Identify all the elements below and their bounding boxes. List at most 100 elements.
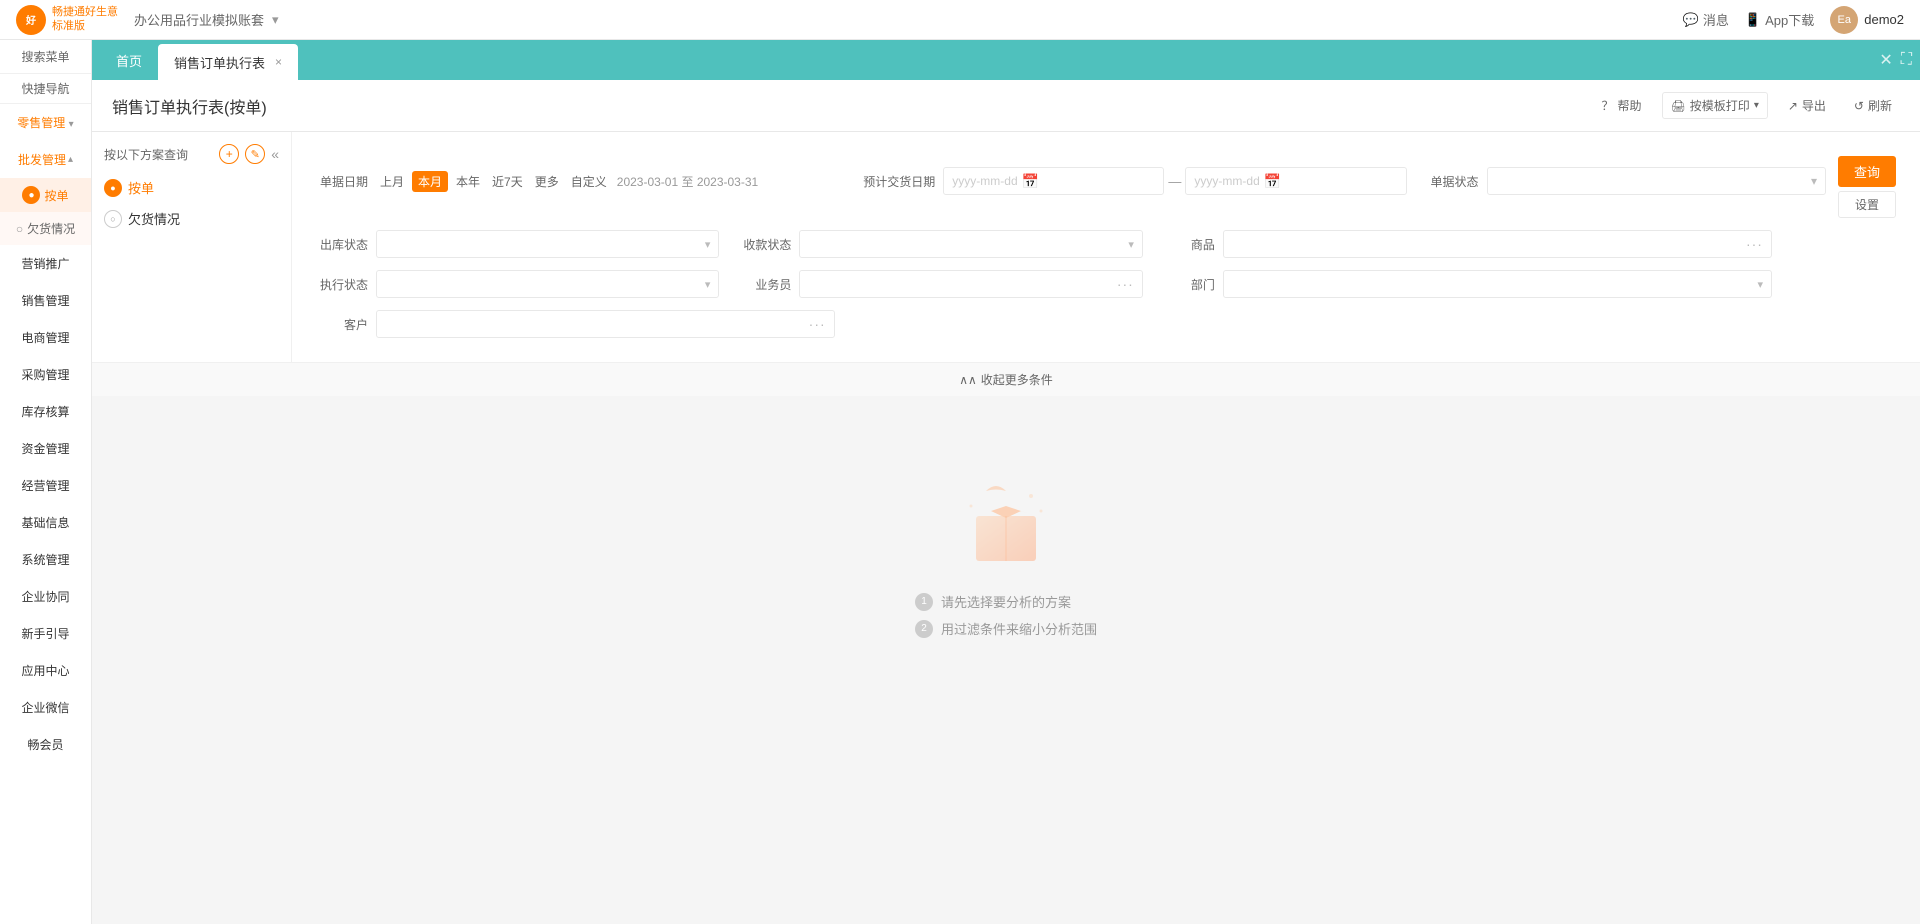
out-status-select[interactable]: ▾	[376, 230, 719, 258]
collapse-scheme-icon[interactable]: «	[271, 146, 279, 162]
product-input[interactable]: ···	[1223, 230, 1772, 258]
sidebar-sub-item-order[interactable]: ● 按单	[0, 178, 91, 212]
sidebar-item-basic[interactable]: 基础信息	[0, 504, 91, 541]
refresh-button[interactable]: ↺ 刷新	[1846, 93, 1900, 118]
top-bar: 好 畅捷通好生意 标准版 办公用品行业模拟账套 ▾ 💬 消息 📱 App下载 E…	[0, 0, 1920, 40]
help-button[interactable]: ？ 帮助	[1594, 93, 1650, 118]
sidebar-quick-nav[interactable]: 快捷导航	[0, 74, 91, 104]
sidebar-item-sales[interactable]: 销售管理	[0, 282, 91, 319]
sidebar-search[interactable]: 搜索菜单	[0, 40, 91, 74]
sidebar-item-wechat[interactable]: 企业微信	[0, 689, 91, 726]
sidebar-item-label: 应用中心	[21, 664, 69, 678]
add-scheme-button[interactable]: +	[219, 144, 239, 164]
top-bar-right: 💬 消息 📱 App下载 Ea demo2	[1683, 6, 1904, 34]
date-tag-last-month[interactable]: 上月	[376, 171, 408, 192]
sub-item-icon: ○	[16, 222, 23, 236]
chevron-down-icon: ▾	[705, 238, 711, 251]
recv-status-select[interactable]: ▾	[799, 230, 1142, 258]
date-tag-custom[interactable]: 自定义	[567, 171, 611, 192]
query-buttons: 查询 设置	[1838, 144, 1904, 218]
tab-active-label: 销售订单执行表	[174, 53, 265, 72]
app-download-button[interactable]: 📱 App下载	[1745, 10, 1814, 29]
sidebar-item-label: 销售管理	[21, 294, 69, 308]
more-options-icon: ···	[1746, 236, 1763, 252]
sidebar-item-enterprise[interactable]: 企业协同	[0, 578, 91, 615]
tab-home-label: 首页	[116, 51, 142, 70]
sidebar-item-inventory[interactable]: 库存核算	[0, 393, 91, 430]
sidebar-item-wholesale[interactable]: 批发管理 ▴	[0, 141, 91, 178]
message-button[interactable]: 💬 消息	[1683, 10, 1729, 29]
empty-state: 1 请先选择要分析的方案 2 用过滤条件来缩小分析范围	[92, 396, 1920, 718]
date-tag-more[interactable]: 更多	[531, 171, 563, 192]
estimated-date-start[interactable]: yyyy-mm-dd 📅	[943, 167, 1164, 195]
query-button[interactable]: 查询	[1838, 156, 1896, 187]
empty-illustration	[956, 476, 1056, 576]
sidebar-item-operations[interactable]: 经营管理	[0, 467, 91, 504]
scheme-item-label: 按单	[128, 178, 154, 197]
sidebar-item-apps[interactable]: 应用中心	[0, 652, 91, 689]
dept-select[interactable]: ▾	[1223, 270, 1772, 298]
page-title: 销售订单执行表(按单)	[112, 94, 267, 118]
help-icon: ？	[1602, 97, 1614, 114]
calendar-icon-end[interactable]: 📅	[1264, 173, 1281, 190]
tab-active[interactable]: 销售订单执行表 ×	[158, 44, 298, 80]
app-title-arrow[interactable]: ▾	[272, 12, 279, 28]
customer-label: 客户	[308, 316, 368, 333]
chevron-down-icon: ▾	[1811, 174, 1817, 188]
date-tag-this-month[interactable]: 本月	[412, 171, 448, 192]
salesperson-input[interactable]: ···	[799, 270, 1142, 298]
date-tags: 上月 本月 本年 近7天 更多 自定义	[376, 171, 611, 192]
minimize-icon[interactable]: ✕	[1879, 50, 1892, 70]
page-content: 销售订单执行表(按单) ？ 帮助 🖨 按模板打印 ▾ ↗ 导出	[92, 80, 1920, 924]
sidebar-item-label: 批发管理	[18, 151, 66, 168]
sidebar-item-retail[interactable]: 零售管理 ▾	[0, 104, 91, 141]
status-select[interactable]: ▾	[1487, 167, 1826, 195]
sidebar-item-marketing[interactable]: 营销推广	[0, 245, 91, 282]
user-area[interactable]: Ea demo2	[1830, 6, 1904, 34]
maximize-icon[interactable]: ⛶	[1901, 51, 1912, 69]
settings-button[interactable]: 设置	[1838, 191, 1896, 218]
scheme-item-icon: ○	[104, 210, 122, 228]
tab-home[interactable]: 首页	[100, 40, 158, 80]
avatar: Ea	[1830, 6, 1858, 34]
sidebar-item-finance[interactable]: 资金管理	[0, 430, 91, 467]
edit-scheme-button[interactable]: ✎	[245, 144, 265, 164]
scheme-item-debt[interactable]: ○ 欠货情况	[92, 203, 291, 234]
sidebar-item-ecommerce[interactable]: 电商管理	[0, 319, 91, 356]
print-button[interactable]: 🖨 按模板打印 ▾	[1662, 92, 1768, 119]
calendar-icon-start[interactable]: 📅	[1022, 173, 1039, 190]
chevron-down-icon: ▾	[69, 119, 74, 130]
sidebar-item-guide[interactable]: 新手引导	[0, 615, 91, 652]
sidebar-item-member[interactable]: 畅会员	[0, 726, 91, 763]
collapse-bar[interactable]: ∧∧ 收起更多条件	[92, 362, 1920, 396]
step-text-2: 用过滤条件来缩小分析范围	[941, 619, 1097, 638]
filter-left-icons: + ✎ «	[219, 144, 279, 164]
tab-bar-right: ✕ ⛶	[1879, 50, 1912, 70]
tab-close-icon[interactable]: ×	[275, 55, 282, 69]
sidebar-item-label: 零售管理	[17, 116, 65, 130]
export-button[interactable]: ↗ 导出	[1780, 93, 1834, 118]
page-header-actions: ？ 帮助 🖨 按模板打印 ▾ ↗ 导出 ↺ 刷新	[1594, 92, 1900, 119]
sidebar-item-system[interactable]: 系统管理	[0, 541, 91, 578]
sidebar-item-label: 基础信息	[21, 516, 69, 530]
estimated-date-end[interactable]: yyyy-mm-dd 📅	[1185, 167, 1406, 195]
top-bar-left: 好 畅捷通好生意 标准版 办公用品行业模拟账套 ▾	[16, 5, 279, 35]
filter-row-3: 执行状态 ▾ 业务员 ···	[308, 270, 1904, 298]
customer-input[interactable]: ···	[376, 310, 835, 338]
logo-area: 好 畅捷通好生意 标准版	[16, 5, 118, 35]
sidebar-sub-item-debt[interactable]: ○ 欠货情况	[0, 212, 91, 245]
estimated-date-range: yyyy-mm-dd 📅 — yyyy-mm-dd 📅	[943, 167, 1406, 195]
sidebar-item-label: 采购管理	[21, 368, 69, 382]
exec-status-label: 执行状态	[308, 276, 368, 293]
date-tag-7days[interactable]: 近7天	[488, 171, 527, 192]
more-options-icon: ···	[1117, 276, 1134, 292]
date-filter-item: 单据日期 上月 本月 本年 近7天 更多 自定义	[308, 171, 851, 192]
scheme-item-order[interactable]: ● 按单	[92, 172, 291, 203]
sidebar-item-purchase[interactable]: 采购管理	[0, 356, 91, 393]
date-controls: 上月 本月 本年 近7天 更多 自定义 2023-03-01 至 2023-03…	[376, 171, 851, 192]
status-label: 单据状态	[1419, 173, 1479, 190]
download-icon: 📱	[1745, 12, 1761, 28]
print-icon: 🖨	[1671, 99, 1686, 113]
date-tag-this-year[interactable]: 本年	[452, 171, 484, 192]
exec-status-select[interactable]: ▾	[376, 270, 719, 298]
